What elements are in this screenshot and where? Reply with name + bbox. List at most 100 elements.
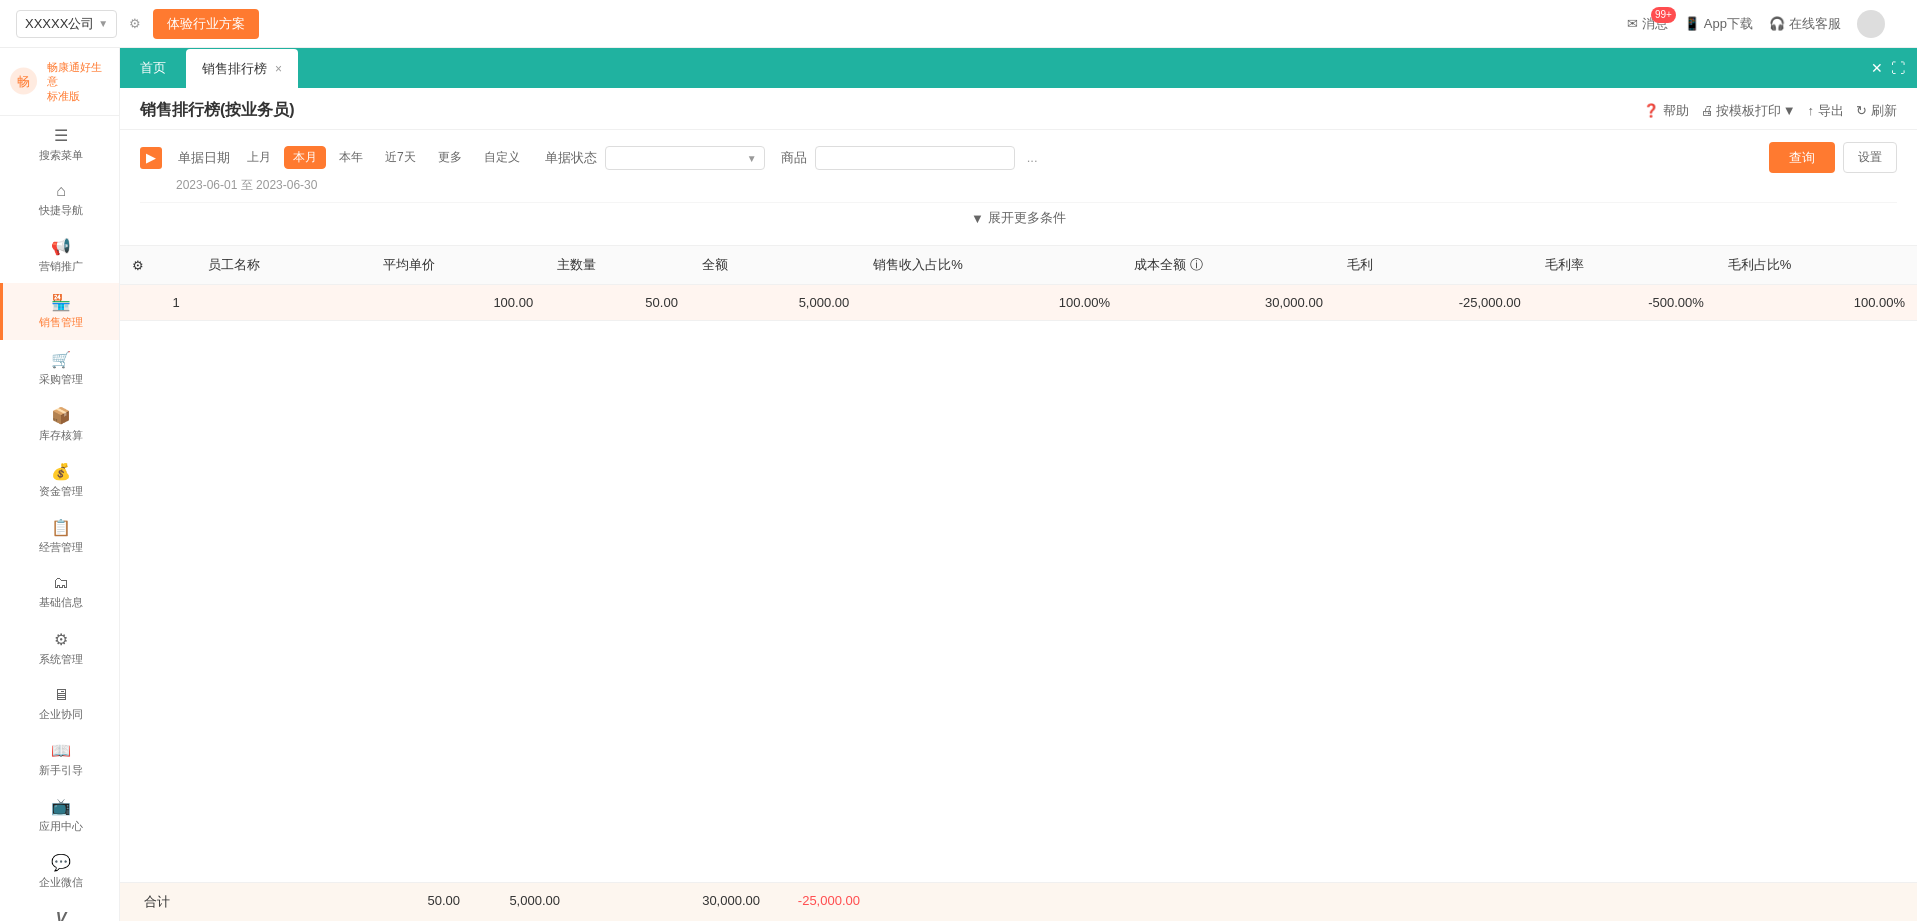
expand-icon: ▼ xyxy=(971,211,984,226)
trial-button[interactable]: 体验行业方案 xyxy=(153,9,259,39)
col-cost: 成本全额 ⓘ xyxy=(1122,246,1335,285)
export-button[interactable]: ↑ 导出 xyxy=(1808,102,1845,120)
goods-label: 商品 xyxy=(781,149,807,167)
expand-conditions-button[interactable]: ▼ 展开更多条件 xyxy=(140,202,1897,233)
col-profit-rate: 毛利率 xyxy=(1533,246,1716,285)
date-tab-this-month[interactable]: 本月 xyxy=(284,146,326,169)
app-logo-icon: 畅 xyxy=(8,65,39,97)
tab-sales-ranking[interactable]: 销售排行榜 × xyxy=(186,49,298,89)
col-qty: 主数量 xyxy=(545,246,690,285)
footer-spacer1 xyxy=(332,893,392,911)
help-icon: ❓ xyxy=(1643,103,1659,118)
filter-collapse-button[interactable]: ▶ xyxy=(140,147,162,169)
status-select[interactable] xyxy=(605,146,765,170)
date-tab-last-month[interactable]: 上月 xyxy=(238,146,280,169)
company-settings-icon[interactable]: ⚙ xyxy=(125,12,145,35)
sidebar-item-guide[interactable]: 📖 新手引导 xyxy=(0,731,119,787)
close-all-tabs-icon[interactable]: ✕ xyxy=(1871,60,1883,76)
col-avg-price: 平均单价 xyxy=(371,246,546,285)
collab-icon: 🖥 xyxy=(53,686,69,704)
sidebar-item-search[interactable]: ☰ 搜索菜单 xyxy=(0,116,119,172)
sidebar-logo: 畅 畅康通好生意 标准版 xyxy=(0,48,119,116)
query-button[interactable]: 查询 xyxy=(1769,142,1835,173)
tab-home[interactable]: 首页 xyxy=(120,48,186,88)
sidebar-item-wechat[interactable]: 💬 企业微信 xyxy=(0,843,119,899)
main-layout: 畅 畅康通好生意 标准版 ☰ 搜索菜单 ⌂ 快捷导航 📢 营销推广 🏪 销售管理… xyxy=(0,48,1917,921)
col-profit-ratio: 毛利占比% xyxy=(1716,246,1917,285)
more-filters-icon[interactable]: ... xyxy=(1023,150,1042,165)
row-employee xyxy=(196,285,371,321)
export-icon: ↑ xyxy=(1808,103,1815,118)
sidebar-item-purchase[interactable]: 🛒 采购管理 xyxy=(0,340,119,396)
status-label: 单据状态 xyxy=(545,149,597,167)
col-settings[interactable]: ⚙ xyxy=(120,246,156,285)
goods-input[interactable] xyxy=(815,146,1015,170)
date-tabs: 上月 本月 本年 近7天 更多 自定义 xyxy=(238,146,529,169)
col-amount: 全额 xyxy=(690,246,861,285)
expand-screen-icon[interactable]: ⛶ xyxy=(1891,60,1905,76)
footer-cost: 30,000.00 xyxy=(672,893,772,911)
sidebar-item-member[interactable]: V 畅会员 xyxy=(0,900,119,921)
date-range-display: 2023-06-01 至 2023-06-30 xyxy=(140,177,1897,194)
table-footer: 合计 50.00 5,000.00 30,000.00 -25,000.00 xyxy=(120,882,1917,921)
wechat-icon: 💬 xyxy=(51,853,71,872)
date-tab-custom[interactable]: 自定义 xyxy=(475,146,529,169)
company-selector[interactable]: XXXXX公司 ▼ xyxy=(16,10,117,38)
row-rank: 1 xyxy=(156,285,196,321)
apps-icon: 📺 xyxy=(51,797,71,816)
footer-label: 合计 xyxy=(132,893,332,911)
system-icon: ⚙ xyxy=(54,630,68,649)
data-table: ⚙ 员工名称 平均单价 主数量 全额 销售收入占比% 成本全额 ⓘ 毛利 毛利率 xyxy=(120,246,1917,321)
page-content: 销售排行榜(按业务员) ❓ 帮助 🖨 按模板打印 ▼ ↑ 导出 xyxy=(120,88,1917,921)
print-dropdown-icon: ▼ xyxy=(1783,103,1796,118)
print-button[interactable]: 🖨 按模板打印 ▼ xyxy=(1701,102,1796,120)
help-button[interactable]: ❓ 帮助 xyxy=(1643,102,1689,120)
avatar[interactable] xyxy=(1857,10,1885,38)
online-service-button[interactable]: 🎧 在线客服 xyxy=(1769,15,1841,33)
footer-amount: 5,000.00 xyxy=(472,893,572,911)
tab-label: 销售排行榜 xyxy=(202,60,267,78)
sidebar-item-collab[interactable]: 🖥 企业协同 xyxy=(0,676,119,731)
tab-bar: 首页 销售排行榜 × ✕ ⛶ xyxy=(120,48,1917,88)
row-profit-ratio: 100.00% xyxy=(1716,285,1917,321)
status-select-wrapper xyxy=(605,146,765,170)
sidebar-item-business[interactable]: 📋 经营管理 xyxy=(0,508,119,564)
sidebar-item-sales[interactable]: 🏪 销售管理 xyxy=(0,283,119,339)
app-download-button[interactable]: 📱 App下载 xyxy=(1684,15,1753,33)
page-header: 销售排行榜(按业务员) ❓ 帮助 🖨 按模板打印 ▼ ↑ 导出 xyxy=(120,88,1917,130)
date-filter: 单据日期 上月 本月 本年 近7天 更多 自定义 xyxy=(178,146,529,169)
finance-icon: 💰 xyxy=(51,462,71,481)
tab-bar-right: ✕ ⛶ xyxy=(1859,60,1917,76)
settings-small-button[interactable]: 设置 xyxy=(1843,142,1897,173)
sidebar-item-apps[interactable]: 📺 应用中心 xyxy=(0,787,119,843)
footer-row: 合计 50.00 5,000.00 30,000.00 -25,000.00 xyxy=(132,893,1905,911)
col-rank xyxy=(156,246,196,285)
row-settings xyxy=(120,285,156,321)
footer-profit: -25,000.00 xyxy=(772,893,872,911)
table-row: 1 100.00 50.00 5,000.00 100.00% 30,000.0… xyxy=(120,285,1917,321)
date-tab-7days[interactable]: 近7天 xyxy=(376,146,425,169)
refresh-icon: ↻ xyxy=(1856,103,1867,118)
sidebar-item-finance[interactable]: 💰 资金管理 xyxy=(0,452,119,508)
sales-icon: 🏪 xyxy=(51,293,71,312)
sidebar-item-system[interactable]: ⚙ 系统管理 xyxy=(0,620,119,676)
sidebar-item-inventory[interactable]: 📦 库存核算 xyxy=(0,396,119,452)
message-badge: 99+ xyxy=(1651,7,1676,23)
tab-close-icon[interactable]: × xyxy=(275,62,282,76)
refresh-button[interactable]: ↻ 刷新 xyxy=(1856,102,1897,120)
headset-icon: 🎧 xyxy=(1769,16,1785,31)
printer-icon: 🖨 xyxy=(1701,103,1714,118)
sidebar-item-basic[interactable]: 🗂 基础信息 xyxy=(0,564,119,619)
message-button[interactable]: ✉ 消息 99+ xyxy=(1627,15,1668,33)
date-tab-more[interactable]: 更多 xyxy=(429,146,471,169)
message-icon: ✉ xyxy=(1627,16,1638,31)
sidebar-item-marketing[interactable]: 📢 营销推广 xyxy=(0,227,119,283)
date-tab-this-year[interactable]: 本年 xyxy=(330,146,372,169)
phone-icon: 📱 xyxy=(1684,16,1700,31)
col-sales-ratio: 销售收入占比% xyxy=(861,246,1122,285)
filter-bar: ▶ 单据日期 上月 本月 本年 近7天 更多 自定义 xyxy=(120,130,1917,246)
table-header-row: ⚙ 员工名称 平均单价 主数量 全额 销售收入占比% 成本全额 ⓘ 毛利 毛利率 xyxy=(120,246,1917,285)
footer-qty: 50.00 xyxy=(392,893,472,911)
sidebar-item-nav[interactable]: ⌂ 快捷导航 xyxy=(0,172,119,227)
col-employee: 员工名称 xyxy=(196,246,371,285)
